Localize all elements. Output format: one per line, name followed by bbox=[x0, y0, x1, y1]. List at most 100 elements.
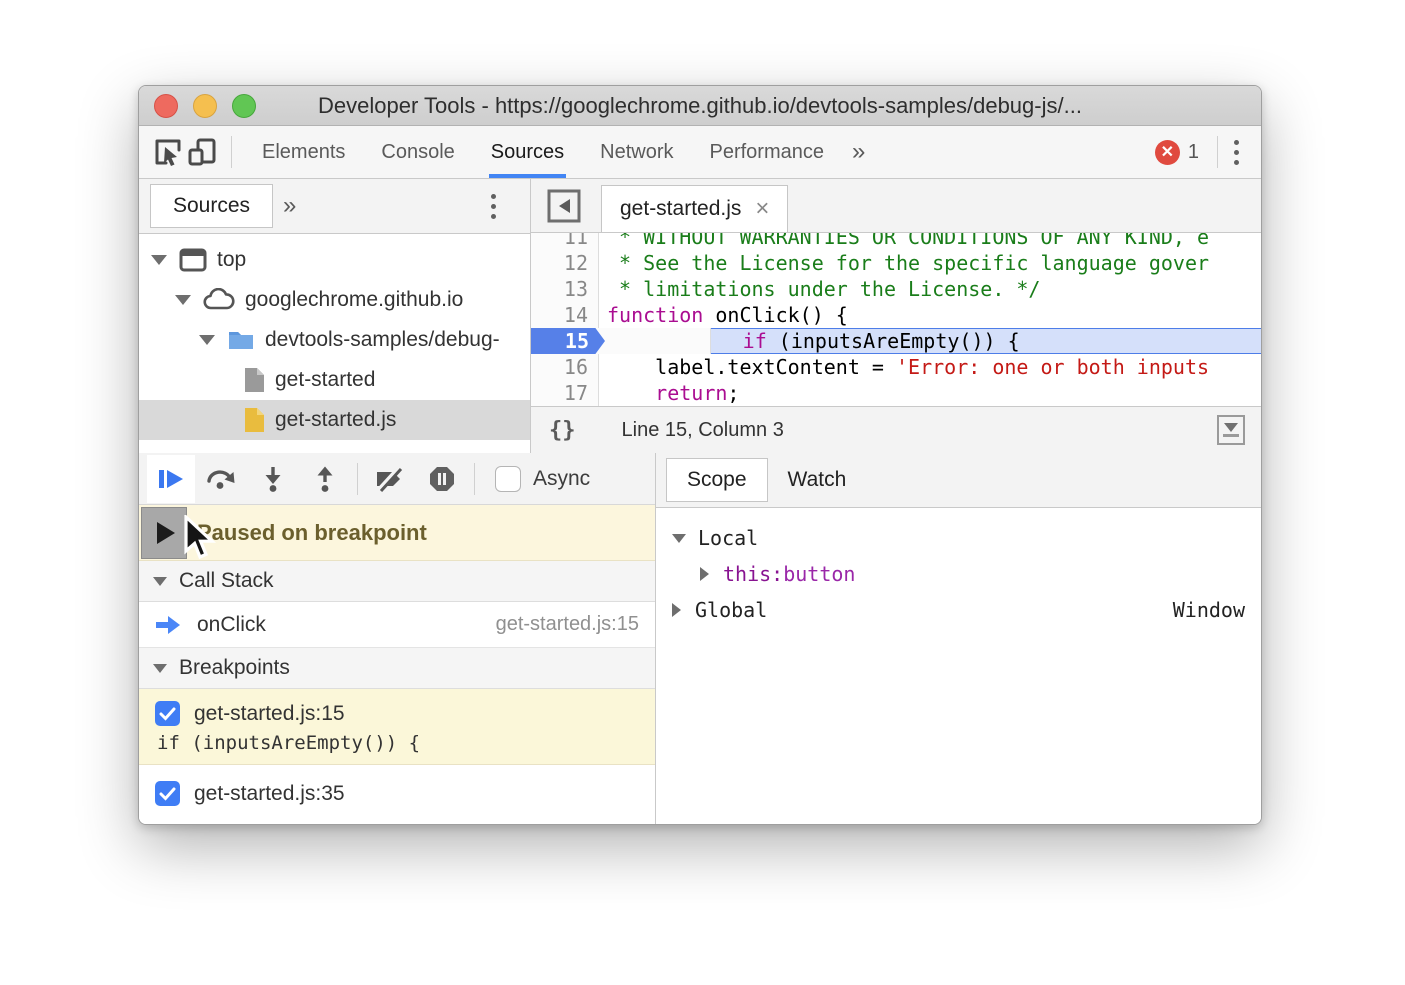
breakpoint-item-15[interactable]: get-started.js:15 if (inputsAreEmpty()) … bbox=[139, 689, 655, 765]
collapse-panel-icon bbox=[546, 188, 582, 224]
step-into-icon bbox=[262, 466, 284, 492]
code-line-15-paused: 15 if (inputsAreEmpty()) { bbox=[531, 328, 1261, 354]
editor-tab-get-started-js[interactable]: get-started.js × bbox=[601, 185, 788, 232]
scope-section-global[interactable]: Global Window bbox=[656, 592, 1261, 628]
tab-console[interactable]: Console bbox=[379, 126, 456, 178]
deactivate-breakpoints-icon bbox=[375, 466, 405, 492]
tab-sources[interactable]: Sources bbox=[489, 126, 566, 178]
editor-pane: get-started.js × 11 * WITHOUT WARRANTIES… bbox=[531, 179, 1261, 453]
navigator-more-tabs-button[interactable]: » bbox=[283, 192, 296, 220]
navigator-header: Sources » bbox=[139, 179, 530, 234]
devtools-window: Developer Tools - https://googlechrome.g… bbox=[138, 85, 1262, 825]
cloud-icon bbox=[203, 288, 235, 312]
scope-section-local[interactable]: Local bbox=[656, 520, 1261, 556]
step-over-button[interactable] bbox=[195, 455, 247, 503]
sources-bottom-row: Async Paused on breakpoint C bbox=[139, 453, 1261, 824]
triangle-down-icon bbox=[1224, 423, 1238, 432]
tree-item-domain[interactable]: googlechrome.github.io bbox=[139, 280, 530, 320]
tab-performance[interactable]: Performance bbox=[708, 126, 827, 178]
tree-item-get-started-js[interactable]: get-started.js bbox=[139, 400, 530, 440]
traffic-lights bbox=[154, 94, 256, 118]
sources-top-row: Sources » top bbox=[139, 179, 1261, 453]
navigator-tab-sources[interactable]: Sources bbox=[150, 184, 273, 228]
line-number[interactable]: 12 bbox=[531, 250, 599, 276]
expanded-triangle-icon bbox=[199, 335, 215, 345]
line-number[interactable]: 11 bbox=[531, 233, 599, 250]
execution-line[interactable]: if (inputsAreEmpty()) { bbox=[711, 328, 1261, 354]
scope-variable-this[interactable]: this: button bbox=[656, 556, 1261, 592]
mouse-cursor-icon bbox=[183, 515, 217, 561]
sidebar-tab-bar: Scope Watch bbox=[656, 453, 1261, 508]
error-count-icon[interactable]: ✕ bbox=[1155, 140, 1180, 165]
line-number[interactable]: 15 bbox=[531, 328, 711, 354]
toolbar-separator bbox=[474, 463, 475, 495]
pause-on-exceptions-icon bbox=[428, 465, 456, 493]
cursor-position: Line 15, Column 3 bbox=[622, 419, 784, 442]
title-bar: Developer Tools - https://googlechrome.g… bbox=[139, 86, 1261, 126]
breakpoint-item-35[interactable]: get-started.js:35 bbox=[139, 765, 655, 816]
minimize-window-button[interactable] bbox=[193, 94, 217, 118]
close-tab-icon[interactable]: × bbox=[755, 197, 769, 221]
toggle-device-toolbar-button[interactable] bbox=[185, 135, 219, 169]
execution-pointer-icon: 15 bbox=[531, 328, 605, 354]
expanded-triangle-icon bbox=[151, 255, 167, 265]
close-window-button[interactable] bbox=[154, 94, 178, 118]
line-number[interactable]: 16 bbox=[531, 354, 599, 380]
code-line-12: 12 * See the License for the specific la… bbox=[531, 250, 1261, 276]
tree-item-top[interactable]: top bbox=[139, 240, 530, 280]
async-checkbox[interactable] bbox=[495, 466, 521, 492]
devtools-content: Sources » top bbox=[139, 179, 1261, 824]
deactivate-breakpoints-button[interactable] bbox=[364, 455, 416, 503]
step-out-button[interactable] bbox=[299, 455, 351, 503]
debugger-toolbar: Async bbox=[139, 453, 655, 505]
show-messages-button[interactable] bbox=[1217, 415, 1245, 445]
tab-scope[interactable]: Scope bbox=[666, 458, 768, 502]
window-title: Developer Tools - https://googlechrome.g… bbox=[139, 93, 1261, 119]
paused-message: Paused on breakpoint bbox=[197, 520, 427, 546]
overlay-play-button[interactable] bbox=[141, 507, 187, 559]
call-stack-header[interactable]: Call Stack bbox=[139, 561, 655, 602]
check-icon bbox=[159, 707, 176, 721]
check-icon bbox=[159, 787, 176, 801]
hide-navigator-button[interactable] bbox=[546, 188, 582, 224]
code-editor: 11 * WITHOUT WARRANTIES OR CONDITIONS OF… bbox=[531, 233, 1261, 406]
step-into-button[interactable] bbox=[247, 455, 299, 503]
code-line-14: 14 function onClick() { bbox=[531, 302, 1261, 328]
navigator-menu-button[interactable] bbox=[479, 186, 508, 227]
pretty-print-button[interactable]: {} bbox=[549, 418, 576, 443]
tab-elements[interactable]: Elements bbox=[260, 126, 347, 178]
frame-location: get-started.js:15 bbox=[496, 613, 639, 636]
frame-icon bbox=[179, 248, 207, 272]
resume-icon bbox=[157, 467, 185, 491]
resume-script-button[interactable] bbox=[147, 455, 195, 503]
more-tabs-button[interactable]: » bbox=[852, 138, 865, 166]
breakpoint-checkbox-checked[interactable] bbox=[155, 781, 180, 806]
expanded-triangle-icon bbox=[175, 295, 191, 305]
script-file-icon bbox=[243, 407, 265, 433]
editor-status-bar: {} Line 15, Column 3 bbox=[531, 406, 1261, 453]
async-label[interactable]: Async bbox=[533, 467, 590, 491]
line-number[interactable]: 14 bbox=[531, 302, 599, 328]
tree-item-folder[interactable]: devtools-samples/debug- bbox=[139, 320, 530, 360]
scope-pane: Scope Watch Local this: button Global bbox=[656, 453, 1261, 824]
line-number[interactable]: 13 bbox=[531, 276, 599, 302]
breakpoint-location: get-started.js:15 bbox=[194, 702, 345, 726]
code-line-13: 13 * limitations under the License. */ bbox=[531, 276, 1261, 302]
toolbar-separator bbox=[357, 463, 358, 495]
toolbar-separator bbox=[231, 136, 232, 168]
call-stack-frame[interactable]: onClick get-started.js:15 bbox=[139, 602, 655, 648]
inspect-element-button[interactable] bbox=[151, 135, 185, 169]
customize-devtools-menu-button[interactable] bbox=[1222, 132, 1251, 173]
pause-on-exceptions-button[interactable] bbox=[416, 455, 468, 503]
line-number[interactable]: 17 bbox=[531, 380, 599, 406]
tab-watch[interactable]: Watch bbox=[768, 458, 867, 502]
breakpoints-header[interactable]: Breakpoints bbox=[139, 648, 655, 689]
tab-network[interactable]: Network bbox=[598, 126, 675, 178]
breakpoint-checkbox-checked[interactable] bbox=[155, 701, 180, 726]
code-line-11: 11 * WITHOUT WARRANTIES OR CONDITIONS OF… bbox=[531, 233, 1261, 250]
expanded-triangle-icon bbox=[153, 664, 167, 673]
collapsed-triangle-icon bbox=[700, 567, 709, 581]
tree-item-get-started[interactable]: get-started bbox=[139, 360, 530, 400]
zoom-window-button[interactable] bbox=[232, 94, 256, 118]
device-toolbar-icon bbox=[186, 137, 218, 167]
